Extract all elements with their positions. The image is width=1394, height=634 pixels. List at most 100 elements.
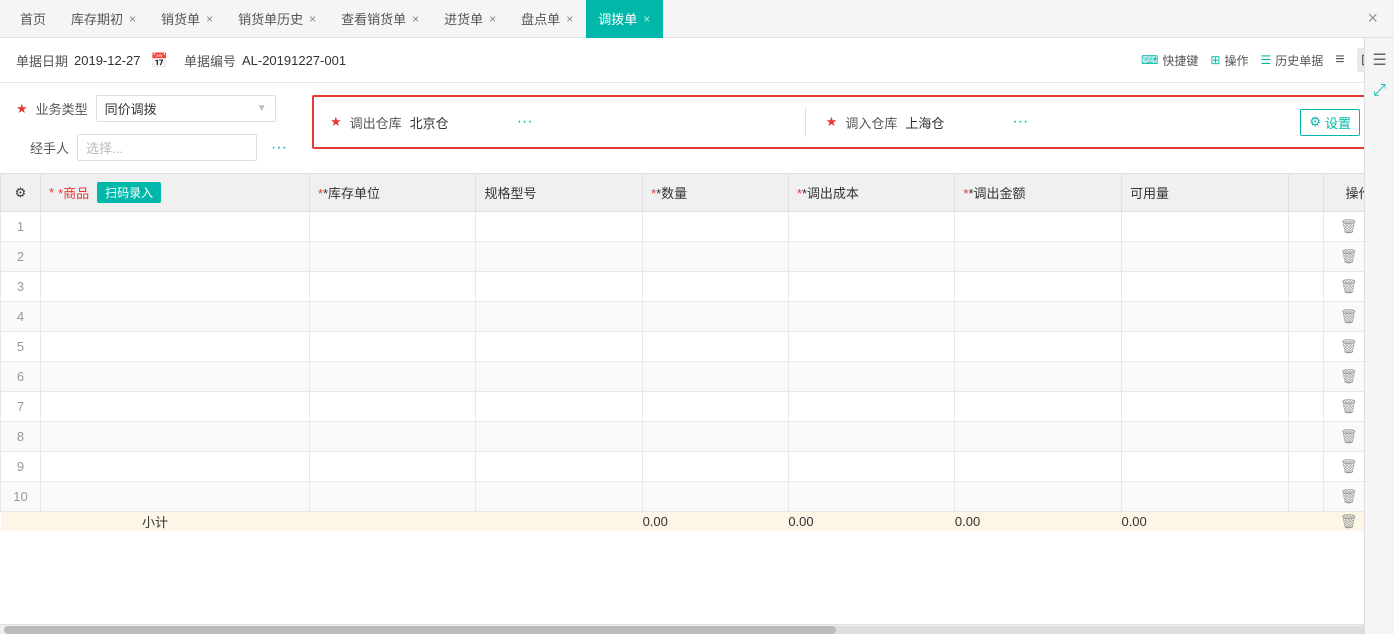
row-cost-8[interactable] <box>788 422 955 452</box>
row-qty-9[interactable] <box>643 452 789 482</box>
row-product-10[interactable] <box>41 482 310 512</box>
row-unit-3[interactable] <box>309 272 476 302</box>
row-delete-btn-7[interactable]: 🗑 <box>1340 398 1358 414</box>
row-qty-10[interactable] <box>643 482 789 512</box>
row-amount-3[interactable] <box>955 272 1122 302</box>
row-cost-9[interactable] <box>788 452 955 482</box>
table-row[interactable]: 4 🗑 ⧉ <box>1 302 1394 332</box>
row-delete-btn-1[interactable]: 🗑 <box>1340 218 1358 234</box>
row-spec-6[interactable] <box>476 362 643 392</box>
row-available-2[interactable] <box>1121 242 1288 272</box>
table-row[interactable]: 2 🗑 ⧉ <box>1 242 1394 272</box>
row-cost-7[interactable] <box>788 392 955 422</box>
tab-close-purchase-order[interactable]: × <box>489 12 496 26</box>
table-row[interactable]: 8 🗑 ⧉ <box>1 422 1394 452</box>
table-row[interactable]: 10 🗑 ⧉ <box>1 482 1394 512</box>
tab-inventory-init[interactable]: 库存期初 × <box>59 0 149 38</box>
tab-view-sales[interactable]: 查看销货单 × <box>329 0 432 38</box>
row-product-7[interactable] <box>41 392 310 422</box>
row-delete-btn-8[interactable]: 🗑 <box>1340 428 1358 444</box>
row-cost-6[interactable] <box>788 362 955 392</box>
row-unit-8[interactable] <box>309 422 476 452</box>
settings-button[interactable]: ⚙ 设置 <box>1300 109 1360 136</box>
tab-purchase-order[interactable]: 进货单 × <box>432 0 509 38</box>
transfer-in-more-btn[interactable]: ··· <box>1012 113 1028 131</box>
row-cost-5[interactable] <box>788 332 955 362</box>
row-unit-9[interactable] <box>309 452 476 482</box>
row-product-6[interactable] <box>41 362 310 392</box>
row-unit-2[interactable] <box>309 242 476 272</box>
row-product-2[interactable] <box>41 242 310 272</box>
row-amount-8[interactable] <box>955 422 1122 452</box>
transfer-out-more-btn[interactable]: ··· <box>517 113 533 131</box>
layout1-btn[interactable]: ≡ <box>1335 51 1344 69</box>
row-amount-9[interactable] <box>955 452 1122 482</box>
row-product-4[interactable] <box>41 302 310 332</box>
row-product-5[interactable] <box>41 332 310 362</box>
row-qty-3[interactable] <box>643 272 789 302</box>
tab-close-inventory-init[interactable]: × <box>129 12 136 26</box>
row-spec-9[interactable] <box>476 452 643 482</box>
row-amount-5[interactable] <box>955 332 1122 362</box>
row-available-1[interactable] <box>1121 212 1288 242</box>
row-unit-4[interactable] <box>309 302 476 332</box>
row-unit-6[interactable] <box>309 362 476 392</box>
row-available-5[interactable] <box>1121 332 1288 362</box>
row-qty-7[interactable] <box>643 392 789 422</box>
operations-btn[interactable]: ⊞ 操作 <box>1210 52 1248 69</box>
table-row[interactable]: 3 🗑 ⧉ <box>1 272 1394 302</box>
row-spec-7[interactable] <box>476 392 643 422</box>
row-product-8[interactable] <box>41 422 310 452</box>
row-spec-1[interactable] <box>476 212 643 242</box>
tab-sales-history[interactable]: 销货单历史 × <box>226 0 329 38</box>
table-row[interactable]: 9 🗑 ⧉ <box>1 452 1394 482</box>
shortcuts-btn[interactable]: ⌨ 快捷键 <box>1141 52 1198 69</box>
row-qty-2[interactable] <box>643 242 789 272</box>
tab-inventory-count[interactable]: 盘点单 × <box>509 0 586 38</box>
row-qty-6[interactable] <box>643 362 789 392</box>
row-available-3[interactable] <box>1121 272 1288 302</box>
row-available-10[interactable] <box>1121 482 1288 512</box>
row-amount-2[interactable] <box>955 242 1122 272</box>
tab-close-sales-order[interactable]: × <box>206 12 213 26</box>
row-qty-5[interactable] <box>643 332 789 362</box>
row-product-9[interactable] <box>41 452 310 482</box>
tab-sales-order[interactable]: 销货单 × <box>149 0 226 38</box>
row-spec-5[interactable] <box>476 332 643 362</box>
row-unit-5[interactable] <box>309 332 476 362</box>
tab-transfer-order[interactable]: 调拨单 × <box>586 0 663 38</box>
table-row[interactable]: 1 🗑 ⧉ <box>1 212 1394 242</box>
tab-close-sales-history[interactable]: × <box>309 12 316 26</box>
row-spec-2[interactable] <box>476 242 643 272</box>
calendar-icon[interactable]: 📅 <box>151 52 168 69</box>
row-available-4[interactable] <box>1121 302 1288 332</box>
row-cost-3[interactable] <box>788 272 955 302</box>
row-unit-7[interactable] <box>309 392 476 422</box>
row-delete-btn-10[interactable]: 🗑 <box>1340 488 1358 504</box>
row-available-8[interactable] <box>1121 422 1288 452</box>
row-spec-8[interactable] <box>476 422 643 452</box>
row-delete-btn-4[interactable]: 🗑 <box>1340 308 1358 324</box>
row-unit-10[interactable] <box>309 482 476 512</box>
tab-close-inventory-count[interactable]: × <box>566 12 573 26</box>
horizontal-scrollbar[interactable] <box>0 624 1394 634</box>
row-amount-6[interactable] <box>955 362 1122 392</box>
subtotal-delete-icon[interactable]: 🗑 <box>1340 513 1358 529</box>
row-cost-1[interactable] <box>788 212 955 242</box>
row-amount-7[interactable] <box>955 392 1122 422</box>
row-qty-8[interactable] <box>643 422 789 452</box>
row-amount-1[interactable] <box>955 212 1122 242</box>
row-available-6[interactable] <box>1121 362 1288 392</box>
table-row[interactable]: 6 🗑 ⧉ <box>1 362 1394 392</box>
row-delete-btn-6[interactable]: 🗑 <box>1340 368 1358 384</box>
scan-button[interactable]: 扫码录入 <box>97 182 161 203</box>
handler-input[interactable]: 选择... <box>77 134 257 161</box>
handler-more-btn[interactable]: ··· <box>271 139 287 157</box>
row-product-3[interactable] <box>41 272 310 302</box>
row-delete-btn-9[interactable]: 🗑 <box>1340 458 1358 474</box>
business-type-input[interactable]: 同价调拨 ▼ <box>96 95 276 122</box>
tab-close-view-sales[interactable]: × <box>412 12 419 26</box>
row-cost-10[interactable] <box>788 482 955 512</box>
th-settings[interactable]: ⚙ <box>1 174 41 212</box>
row-delete-btn-5[interactable]: 🗑 <box>1340 338 1358 354</box>
